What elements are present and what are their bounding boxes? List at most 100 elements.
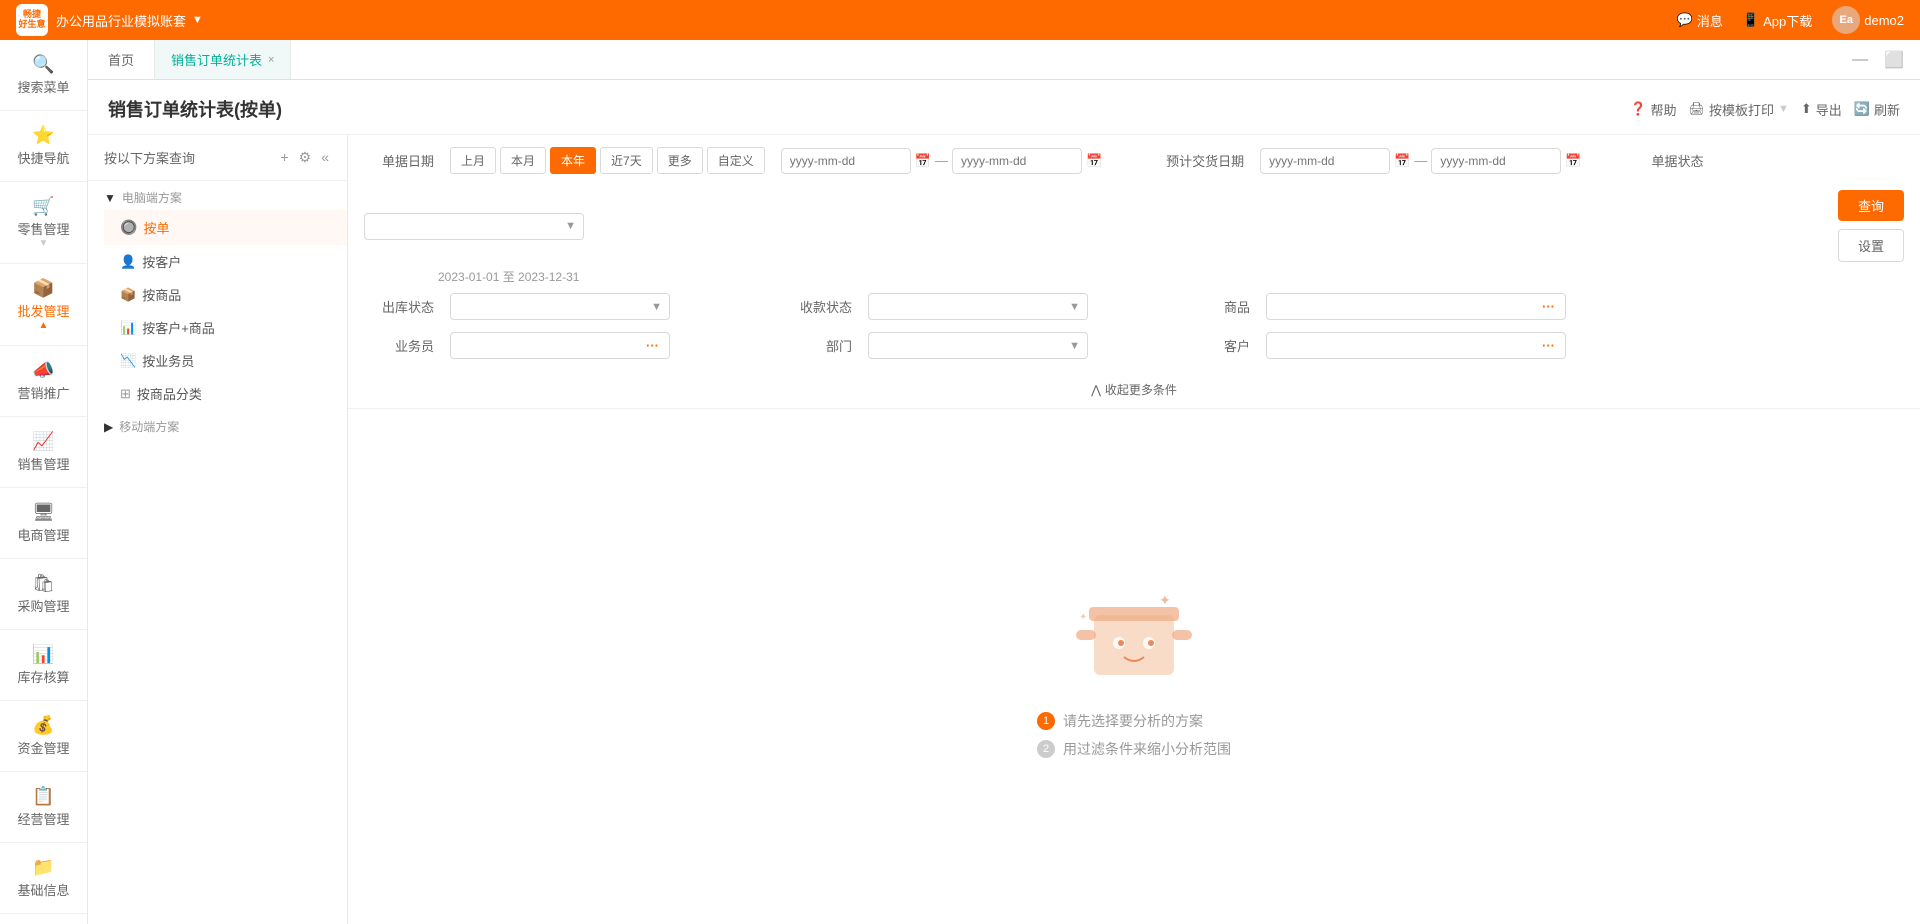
dept-select[interactable] [868, 332, 1088, 359]
monitor-icon: 🖥 [0, 502, 87, 523]
scheme-tree: ▼ 电脑端方案 🔘 按单 👤 按客户 [88, 181, 347, 439]
collapse-btn[interactable]: ⋀ 收起更多条件 [1091, 381, 1177, 398]
active-tab[interactable]: 销售订单统计表 × [155, 40, 291, 79]
left-panel-header: 按以下方案查询 + ⚙ « [88, 135, 347, 181]
app-download-btn[interactable]: 📱 App下载 [1743, 11, 1812, 30]
svg-text:✦: ✦ [1079, 612, 1087, 623]
this-month-btn[interactable]: 本月 [500, 147, 546, 174]
help-icon: ❓ [1630, 101, 1646, 117]
sidebar-item-ecommerce[interactable]: 🖥 电商管理 [0, 488, 87, 559]
sidebar-item-purchase[interactable]: 🛍 采购管理 [0, 559, 87, 630]
filter-row-3: 业务员 ··· 部门 [364, 332, 1904, 359]
doc-status-select[interactable] [364, 213, 584, 240]
tree-expand-mobile[interactable]: ▶ [104, 420, 113, 434]
sidebar-item-label: 电商管理 [0, 525, 87, 544]
this-year-btn[interactable]: 本年 [550, 147, 596, 174]
date-start-input[interactable] [781, 148, 911, 174]
tab-close-btn[interactable]: × [268, 54, 274, 66]
quick-date-buttons: 上月 本月 本年 近7天 更多 自定义 [450, 147, 765, 174]
sidebar-item-label: 采购管理 [0, 596, 87, 615]
date-range-text: 2023-01-01 至 2023-12-31 [438, 270, 579, 284]
date-end-input[interactable] [952, 148, 1082, 174]
right-panel: 单据日期 上月 本月 本年 近7天 更多 自定义 [348, 135, 1920, 924]
collapse-panel-btn[interactable]: « [319, 147, 331, 168]
more-date-btn[interactable]: 更多 [657, 147, 703, 174]
svg-text:✦: ✦ [1159, 592, 1171, 608]
last7-btn[interactable]: 近7天 [600, 147, 653, 174]
sidebar-item-wholesale[interactable]: 📦 批发管理 ▲ [0, 264, 87, 346]
tree-item-by-goods[interactable]: 📦 按商品 [104, 278, 347, 311]
empty-state: ✦ ✦ 1 请先选择要分析的方案 2 [348, 409, 1920, 924]
expected-date-start[interactable] [1260, 148, 1390, 174]
goods-more-icon[interactable]: ··· [1542, 299, 1555, 314]
refresh-btn[interactable]: 🔄 刷新 [1854, 100, 1900, 119]
expected-date-group: 📅 — 📅 [1260, 148, 1581, 174]
sidebar-item-management[interactable]: 📋 经营管理 [0, 772, 87, 843]
last-month-btn[interactable]: 上月 [450, 147, 496, 174]
clipboard-icon: 📋 [0, 786, 87, 807]
tree-item-by-customer-goods[interactable]: 📊 按客户+商品 [104, 311, 347, 344]
help-btn[interactable]: ❓ 帮助 [1630, 100, 1676, 119]
sidebar-item-system[interactable]: ⚙ 系统管理 [0, 914, 87, 924]
expected-date-start-icon[interactable]: 📅 [1394, 153, 1410, 169]
download-icon: 📱 [1743, 12, 1759, 28]
inventory-icon: 📊 [0, 644, 87, 665]
collapse-bar[interactable]: ⋀ 收起更多条件 [348, 371, 1920, 409]
retail-expand-icon: ▼ [0, 238, 87, 249]
logo-text: 畅捷 好生意 [18, 10, 45, 30]
sidebar-item-sales[interactable]: 📈 销售管理 [0, 417, 87, 488]
add-scheme-btn[interactable]: + [278, 147, 290, 168]
sidebar-item-label: 资金管理 [0, 738, 87, 757]
ship-status-select[interactable] [450, 293, 670, 320]
workspace-selector[interactable]: 办公用品行业模拟账套 ▼ [56, 11, 203, 30]
settings-scheme-btn[interactable]: ⚙ [297, 147, 314, 168]
doc-status-label: 单据状态 [1634, 151, 1704, 170]
filter-area: 单据日期 上月 本月 本年 近7天 更多 自定义 [348, 135, 1920, 371]
salesperson-label: 业务员 [364, 336, 434, 355]
payment-status-select[interactable] [868, 293, 1088, 320]
sidebar-item-basicinfo[interactable]: 📁 基础信息 [0, 843, 87, 914]
expected-date-sep: — [1414, 153, 1427, 168]
tree-item-by-order[interactable]: 🔘 按单 [104, 210, 347, 245]
left-panel-title: 按以下方案查询 [104, 148, 195, 167]
star-icon: ⭐ [0, 125, 87, 146]
home-tab[interactable]: 首页 [88, 40, 155, 79]
user-profile[interactable]: Ea demo2 [1832, 6, 1904, 34]
custom-date-btn[interactable]: 自定义 [707, 147, 765, 174]
export-btn[interactable]: ⬆ 导出 [1801, 100, 1842, 119]
message-btn[interactable]: 💬 消息 [1677, 11, 1723, 30]
sidebar-item-quicknav[interactable]: ⭐ 快捷导航 [0, 111, 87, 182]
date-end-icon[interactable]: 📅 [1086, 153, 1102, 169]
bar-chart-icon: 📉 [120, 353, 136, 369]
print-btn[interactable]: 🖨 按模板打印 ▼ [1688, 100, 1788, 119]
settings-btn[interactable]: 设置 [1838, 229, 1904, 262]
app-logo: 畅捷 好生意 [16, 4, 48, 36]
salesperson-more-icon[interactable]: ··· [646, 338, 659, 353]
sidebar-item-search[interactable]: 🔍 搜索菜单 [0, 40, 87, 111]
empty-tip-2: 2 用过滤条件来缩小分析范围 [1037, 739, 1231, 759]
goods-label: 商品 [1180, 297, 1250, 316]
date-start-icon[interactable]: 📅 [915, 153, 931, 169]
chart-icon: 📈 [0, 431, 87, 452]
grid-icon: ⊞ [120, 386, 131, 402]
expected-date-end-icon[interactable]: 📅 [1565, 153, 1581, 169]
sidebar-item-inventory[interactable]: 📊 库存核算 [0, 630, 87, 701]
sidebar-item-retail[interactable]: 🛒 零售管理 ▼ [0, 182, 87, 264]
maximize-btn[interactable]: ⬜ [1880, 46, 1908, 74]
package-icon: 📦 [0, 278, 87, 299]
filter-row-1: 单据日期 上月 本月 本年 近7天 更多 自定义 [364, 147, 1904, 262]
sidebar-item-finance[interactable]: 💰 资金管理 [0, 701, 87, 772]
tree-item-by-category[interactable]: ⊞ 按商品分类 [104, 377, 347, 410]
sidebar-item-marketing[interactable]: 📣 营销推广 [0, 346, 87, 417]
sidebar-item-label: 快捷导航 [0, 148, 87, 167]
tree-item-by-salesperson[interactable]: 📉 按业务员 [104, 344, 347, 377]
empty-illustration: ✦ ✦ [1074, 575, 1194, 695]
tree-section-mobile[interactable]: ▶ 移动端方案 [88, 410, 347, 439]
query-btn[interactable]: 查询 [1838, 190, 1904, 221]
customer-more-icon[interactable]: ··· [1542, 338, 1555, 353]
expected-date-end[interactable] [1431, 148, 1561, 174]
tree-section-pc: ▼ 电脑端方案 [88, 181, 347, 210]
minimize-btn[interactable]: — [1848, 47, 1872, 73]
tree-item-by-customer[interactable]: 👤 按客户 [104, 245, 347, 278]
tree-expand-pc[interactable]: ▼ [104, 191, 116, 205]
